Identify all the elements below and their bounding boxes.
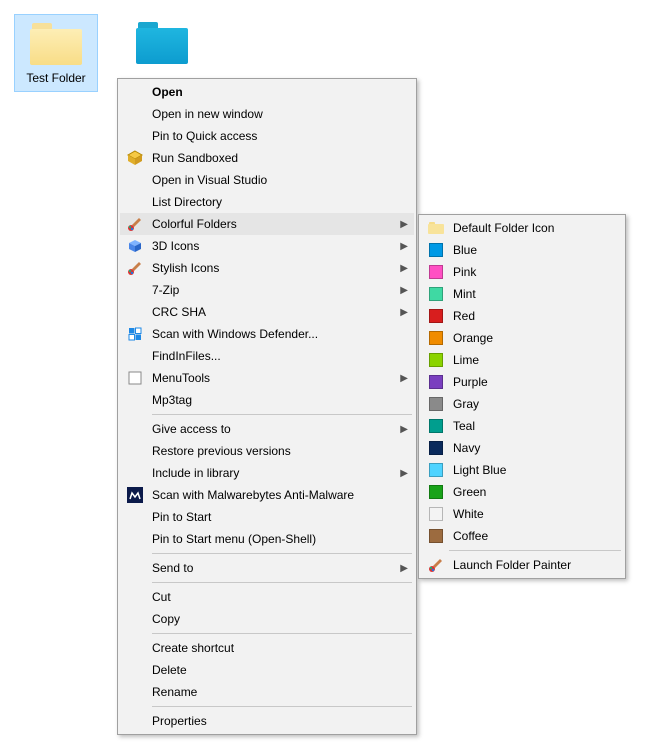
menu-item-find-in-files[interactable]: FindInFiles... [120, 345, 414, 367]
menu-item-rename[interactable]: Rename [120, 681, 414, 703]
color-swatch-icon [425, 505, 447, 523]
folder-icon [425, 219, 447, 237]
color-swatch-icon [425, 527, 447, 545]
menu-item-send-to[interactable]: Send to ▶ [120, 557, 414, 579]
color-item-mint[interactable]: Mint [421, 283, 623, 305]
context-menu: Open Open in new window Pin to Quick acc… [117, 78, 417, 735]
color-item-navy[interactable]: Navy [421, 437, 623, 459]
desktop-folder-selected[interactable]: Test Folder [14, 14, 98, 92]
menu-item-run-sandboxed[interactable]: Run Sandboxed [120, 147, 414, 169]
color-item-white[interactable]: White [421, 503, 623, 525]
color-swatch-icon [425, 373, 447, 391]
submenu-arrow-icon: ▶ [398, 219, 408, 230]
color-swatch-icon [425, 351, 447, 369]
menu-separator [152, 706, 412, 707]
color-item-pink[interactable]: Pink [421, 261, 623, 283]
menu-item-delete[interactable]: Delete [120, 659, 414, 681]
color-swatch-icon [425, 285, 447, 303]
color-swatch-icon [425, 329, 447, 347]
menu-separator [152, 553, 412, 554]
menu-item-launch-folder-painter[interactable]: Launch Folder Painter [421, 554, 623, 576]
submenu-arrow-icon: ▶ [398, 373, 408, 384]
menu-separator [449, 550, 621, 551]
menu-item-pin-start[interactable]: Pin to Start [120, 506, 414, 528]
submenu-arrow-icon: ▶ [398, 563, 408, 574]
menu-item-scan-defender[interactable]: Scan with Windows Defender... [120, 323, 414, 345]
desktop-folder[interactable] [120, 14, 204, 76]
menu-item-restore-previous[interactable]: Restore previous versions [120, 440, 414, 462]
cube-icon [124, 237, 146, 255]
color-item-default[interactable]: Default Folder Icon [421, 217, 623, 239]
color-swatch-icon [425, 241, 447, 259]
color-swatch-icon [425, 461, 447, 479]
menu-item-colorful-folders[interactable]: Colorful Folders ▶ [120, 213, 414, 235]
menu-item-crc-sha[interactable]: CRC SHA ▶ [120, 301, 414, 323]
menu-item-menutools[interactable]: MenuTools ▶ [120, 367, 414, 389]
color-swatch-icon [425, 395, 447, 413]
menu-separator [152, 414, 412, 415]
color-item-lime[interactable]: Lime [421, 349, 623, 371]
color-item-coffee[interactable]: Coffee [421, 525, 623, 547]
color-swatch-icon [425, 263, 447, 281]
color-item-purple[interactable]: Purple [421, 371, 623, 393]
color-item-teal[interactable]: Teal [421, 415, 623, 437]
menu-item-properties[interactable]: Properties [120, 710, 414, 732]
color-item-blue[interactable]: Blue [421, 239, 623, 261]
color-swatch-icon [425, 483, 447, 501]
menu-item-pin-start-openshell[interactable]: Pin to Start menu (Open-Shell) [120, 528, 414, 550]
sandbox-icon [124, 149, 146, 167]
menu-item-scan-malwarebytes[interactable]: Scan with Malwarebytes Anti-Malware [120, 484, 414, 506]
submenu-arrow-icon: ▶ [398, 424, 408, 435]
color-item-light-blue[interactable]: Light Blue [421, 459, 623, 481]
menu-item-open-new-window[interactable]: Open in new window [120, 103, 414, 125]
color-item-red[interactable]: Red [421, 305, 623, 327]
submenu-colorful-folders: Default Folder Icon Blue Pink Mint Red O… [418, 214, 626, 579]
menu-item-include-library[interactable]: Include in library ▶ [120, 462, 414, 484]
menu-item-list-directory[interactable]: List Directory [120, 191, 414, 213]
square-icon [124, 369, 146, 387]
menu-separator [152, 582, 412, 583]
menu-item-copy[interactable]: Copy [120, 608, 414, 630]
color-swatch-icon [425, 439, 447, 457]
menu-item-cut[interactable]: Cut [120, 586, 414, 608]
paint-brush-icon [124, 215, 146, 233]
menu-item-stylish-icons[interactable]: Stylish Icons ▶ [120, 257, 414, 279]
menu-item-create-shortcut[interactable]: Create shortcut [120, 637, 414, 659]
submenu-arrow-icon: ▶ [398, 263, 408, 274]
color-swatch-icon [425, 417, 447, 435]
menu-item-give-access[interactable]: Give access to ▶ [120, 418, 414, 440]
folder-label: Test Folder [17, 71, 95, 85]
menu-item-7zip[interactable]: 7-Zip ▶ [120, 279, 414, 301]
malwarebytes-icon [124, 486, 146, 504]
paint-brush-icon [425, 556, 447, 574]
paint-brush-icon [124, 259, 146, 277]
color-swatch-icon [425, 307, 447, 325]
color-item-gray[interactable]: Gray [421, 393, 623, 415]
menu-item-3d-icons[interactable]: 3D Icons ▶ [120, 235, 414, 257]
menu-item-open[interactable]: Open [120, 81, 414, 103]
submenu-arrow-icon: ▶ [398, 307, 408, 318]
color-item-green[interactable]: Green [421, 481, 623, 503]
folder-icon [30, 23, 82, 65]
submenu-arrow-icon: ▶ [398, 285, 408, 296]
menu-item-open-visual-studio[interactable]: Open in Visual Studio [120, 169, 414, 191]
menu-item-pin-quick-access[interactable]: Pin to Quick access [120, 125, 414, 147]
defender-shield-icon [124, 325, 146, 343]
menu-item-mp3tag[interactable]: Mp3tag [120, 389, 414, 411]
submenu-arrow-icon: ▶ [398, 468, 408, 479]
color-item-orange[interactable]: Orange [421, 327, 623, 349]
submenu-arrow-icon: ▶ [398, 241, 408, 252]
menu-separator [152, 633, 412, 634]
folder-icon [136, 22, 188, 64]
